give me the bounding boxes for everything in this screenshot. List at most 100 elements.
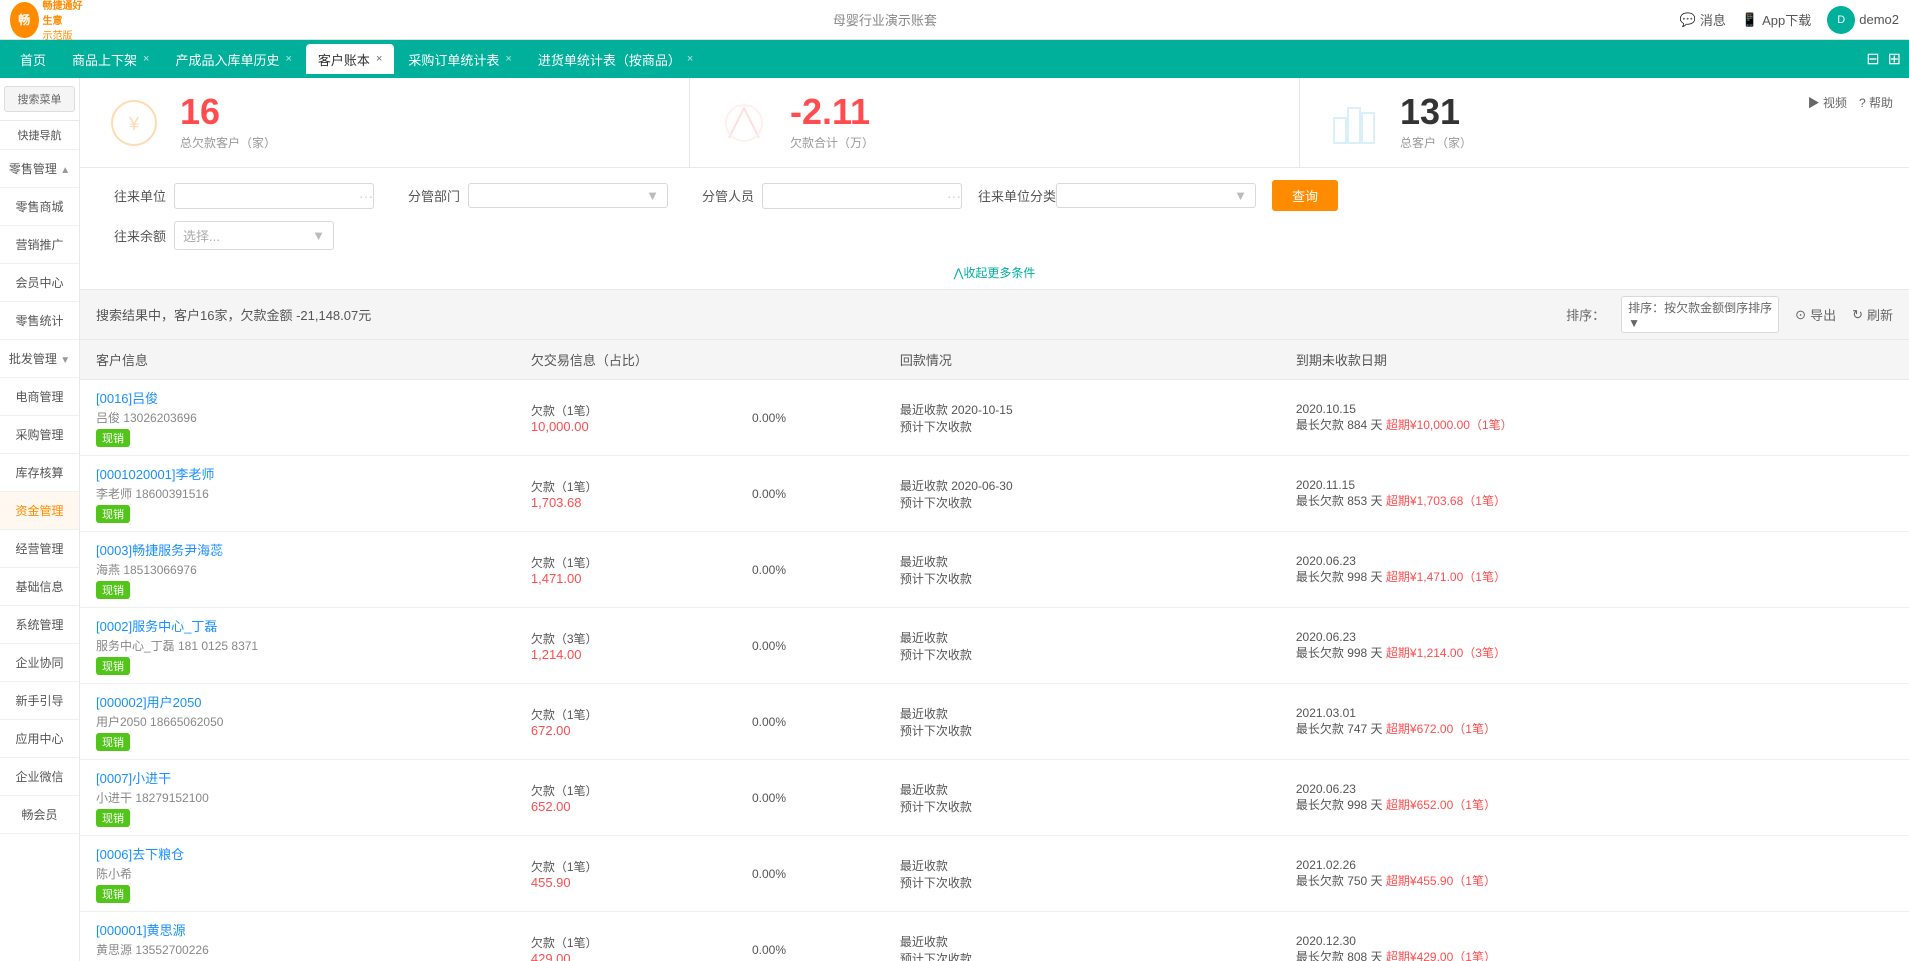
customer-id-link[interactable]: [000002]用户2050 bbox=[96, 692, 499, 711]
sidebar-item-capital[interactable]: 资金管理 bbox=[0, 492, 79, 530]
sort-select[interactable]: 排序：按欠款金额倒序排序 ▼ bbox=[1621, 296, 1779, 333]
vendor-label: 往来单位 bbox=[96, 186, 166, 205]
sidebar-item-operation[interactable]: 经营管理 bbox=[0, 530, 79, 568]
app-download-btn[interactable]: 📱 App下载 bbox=[1742, 10, 1811, 29]
customer-id-link[interactable]: [0007]小进干 bbox=[96, 768, 499, 787]
tab-purchase[interactable]: 采购订单统计表 × bbox=[396, 44, 523, 74]
sidebar-item-wechat[interactable]: 企业微信 bbox=[0, 758, 79, 796]
recent-collect-cell: 最近收款 预计下次收款 bbox=[884, 608, 1208, 684]
owe-amount-text: 1,471.00 bbox=[531, 571, 720, 586]
quick-nav-btn[interactable]: 快捷导航 bbox=[0, 121, 79, 150]
sidebar-item-newbie[interactable]: 新手引导 bbox=[0, 682, 79, 720]
overdue-amount-link[interactable]: 超期¥652.00（1笔） bbox=[1386, 798, 1496, 812]
owe-count-cell: 欠款（1笔） 1,471.00 bbox=[515, 532, 736, 608]
customer-id-link[interactable]: [0003]畅捷服务尹海蕊 bbox=[96, 540, 499, 559]
video-btn[interactable]: ▶ 视频 bbox=[1808, 94, 1847, 111]
help-btn[interactable]: ? 帮助 bbox=[1859, 94, 1893, 111]
due-date-text: 2020.12.30 bbox=[1296, 934, 1821, 948]
collect-extra-cell bbox=[1208, 456, 1280, 532]
owe-percent-text: 0.00% bbox=[752, 563, 786, 577]
message-btn[interactable]: 💬 消息 bbox=[1680, 10, 1726, 29]
recent-collect-cell: 最近收款 预计下次收款 bbox=[884, 684, 1208, 760]
close-purchase-tab[interactable]: × bbox=[505, 53, 511, 65]
export-btn[interactable]: ⊙ 导出 bbox=[1795, 305, 1836, 324]
customer-sub-info: 服务中心_丁磊 181 0125 8371 bbox=[96, 637, 499, 654]
overdue-amount-link[interactable]: 超期¥1,471.00（1笔） bbox=[1386, 570, 1506, 584]
dept-select[interactable]: ▼ bbox=[468, 183, 668, 208]
overdue-amount-link[interactable]: 超期¥455.90（1笔） bbox=[1386, 874, 1496, 888]
category-select[interactable]: ▼ bbox=[1056, 183, 1256, 208]
sidebar-item-vip[interactable]: 畅会员 bbox=[0, 796, 79, 834]
collect-extra-cell bbox=[1208, 760, 1280, 836]
sidebar-item-enterprise[interactable]: 企业协同 bbox=[0, 644, 79, 682]
owe-amount-text: 652.00 bbox=[531, 799, 720, 814]
customer-sub-info: 黄思源 13552700226 bbox=[96, 941, 499, 958]
customer-info-cell: [0007]小进干 小进干 18279152100 现销 bbox=[80, 760, 515, 836]
close-produce-tab[interactable]: × bbox=[285, 53, 291, 65]
tab-goods[interactable]: 商品上下架 × bbox=[60, 44, 161, 74]
overdue-amount-link[interactable]: 超期¥1,703.68（1笔） bbox=[1386, 494, 1506, 508]
help-icon: ? bbox=[1859, 96, 1866, 110]
recent-collect-cell: 最近收款 2020-10-15 预计下次收款 bbox=[884, 380, 1208, 456]
stat-overdue-amount: -2.11 欠款合计（万） bbox=[690, 78, 1300, 167]
sidebar-item-batch-mgmt[interactable]: 批发管理 ▼ bbox=[0, 340, 79, 378]
overdue-amount-link[interactable]: 超期¥429.00（1笔） bbox=[1386, 950, 1496, 961]
overdue-amount-link[interactable]: 超期¥672.00（1笔） bbox=[1386, 722, 1496, 736]
person-input[interactable]: ··· bbox=[762, 183, 962, 209]
sidebar-item-apps[interactable]: 应用中心 bbox=[0, 720, 79, 758]
table-row: [0003]畅捷服务尹海蕊 海燕 18513066976 现销 欠款（1笔） 1… bbox=[80, 532, 1909, 608]
owe-amount-text: 1,703.68 bbox=[531, 495, 720, 510]
sidebar-item-retail-store[interactable]: 零售商城 bbox=[0, 188, 79, 226]
tab-home[interactable]: 首页 bbox=[8, 44, 58, 74]
vendor-input[interactable]: ··· bbox=[174, 183, 374, 209]
customer-id-link[interactable]: [000001]黄思源 bbox=[96, 920, 499, 939]
overdue-amount-link[interactable]: 超期¥1,214.00（3笔） bbox=[1386, 646, 1506, 660]
close-customer-tab[interactable]: × bbox=[376, 53, 382, 65]
customer-id-link[interactable]: [0016]吕俊 bbox=[96, 388, 499, 407]
close-inventory-tab[interactable]: × bbox=[687, 53, 693, 65]
tab-customer[interactable]: 客户账本 × bbox=[306, 44, 394, 74]
search-menu-btn[interactable]: 搜索菜单 bbox=[4, 86, 75, 112]
balance-select[interactable]: 选择... ▼ bbox=[174, 221, 334, 250]
close-goods-tab[interactable]: × bbox=[143, 53, 149, 65]
sidebar-item-inventory-check[interactable]: 库存核算 bbox=[0, 454, 79, 492]
sidebar-item-retail-mgmt[interactable]: 零售管理 ▲ bbox=[0, 150, 79, 188]
sidebar-item-system[interactable]: 系统管理 bbox=[0, 606, 79, 644]
avatar: D bbox=[1827, 6, 1855, 34]
person-search-input[interactable] bbox=[771, 188, 947, 203]
sidebar-item-member[interactable]: 会员中心 bbox=[0, 264, 79, 302]
query-button[interactable]: 查询 bbox=[1272, 180, 1338, 211]
logo-icon: 畅 bbox=[10, 2, 39, 38]
owe-count-cell: 欠款（1笔） 429.00 bbox=[515, 912, 736, 961]
sidebar-item-basic-info[interactable]: 基础信息 bbox=[0, 568, 79, 606]
sidebar-item-purchase-mgmt[interactable]: 采购管理 bbox=[0, 416, 79, 454]
customer-id-link[interactable]: [0002]服务中心_丁磊 bbox=[96, 616, 499, 635]
sidebar-item-ecommerce[interactable]: 电商管理 bbox=[0, 378, 79, 416]
tab-inventory[interactable]: 进货单统计表（按商品） × bbox=[526, 44, 705, 74]
minimize-btn[interactable]: ⊟ bbox=[1866, 49, 1879, 69]
maximize-btn[interactable]: ⊞ bbox=[1888, 49, 1901, 69]
vendor-search-input[interactable] bbox=[183, 188, 359, 203]
due-date-cell: 2020.06.23 最长欠款 998 天 超期¥652.00（1笔） bbox=[1280, 760, 1837, 836]
overdue-amount-link[interactable]: 超期¥10,000.00（1笔） bbox=[1386, 418, 1513, 432]
user-profile-btn[interactable]: D demo2 bbox=[1827, 6, 1899, 34]
customer-sub-info: 用户2050 18665062050 bbox=[96, 713, 499, 730]
person-filter: 分管人员 ··· bbox=[684, 183, 962, 209]
message-label: 消息 bbox=[1700, 10, 1726, 29]
owe-percent-cell: 0.00% bbox=[736, 684, 884, 760]
overdue-days-text: 最长欠款 998 天 超期¥652.00（1笔） bbox=[1296, 796, 1821, 813]
refresh-btn[interactable]: ↻ 刷新 bbox=[1852, 305, 1893, 324]
tab-produce[interactable]: 产成品入库单历史 × bbox=[163, 44, 303, 74]
owe-count-text: 欠款（1笔） bbox=[531, 934, 720, 951]
recent-collect-cell: 最近收款 2020-06-30 预计下次收款 bbox=[884, 456, 1208, 532]
customer-id-link[interactable]: [0001020001]李老师 bbox=[96, 464, 499, 483]
collect-extra-cell bbox=[1208, 684, 1280, 760]
next-collect-label: 预计下次收款 bbox=[900, 494, 1192, 511]
customer-id-link[interactable]: [0006]去下粮仓 bbox=[96, 844, 499, 863]
filter-row-2: 往来余额 选择... ▼ bbox=[96, 221, 1893, 250]
overdue-customers-icon: ¥ bbox=[104, 93, 164, 153]
sidebar-item-marketing[interactable]: 营销推广 bbox=[0, 226, 79, 264]
collapse-bar[interactable]: ⋀ 收起更多条件 bbox=[96, 260, 1893, 289]
owe-percent-text: 0.00% bbox=[752, 411, 786, 425]
sidebar-item-retail-stat[interactable]: 零售统计 bbox=[0, 302, 79, 340]
